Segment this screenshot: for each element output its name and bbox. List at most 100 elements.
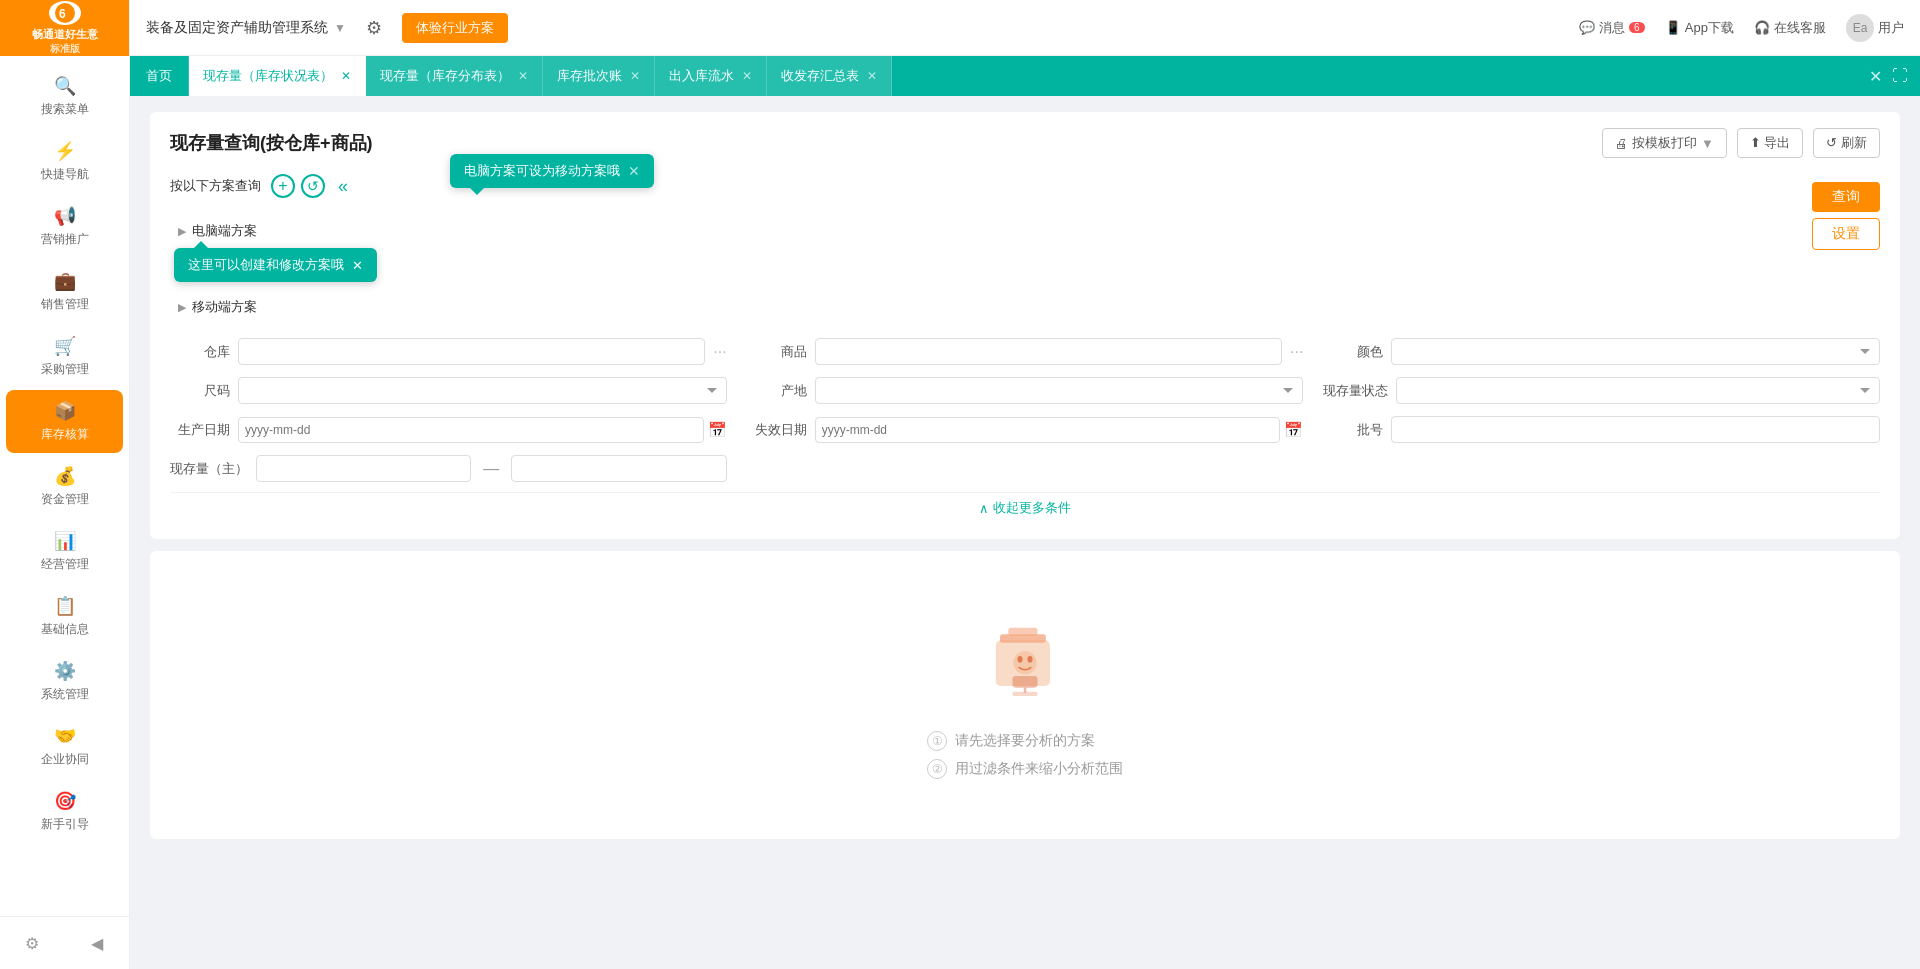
sidebar-item-sales[interactable]: 💼 销售管理 xyxy=(6,260,123,323)
sidebar-item-quicknav[interactable]: ⚡ 快捷导航 xyxy=(6,130,123,193)
svg-point-5 xyxy=(1013,651,1036,674)
sidebar-item-marketing[interactable]: 📢 营销推广 xyxy=(6,195,123,258)
tab-label: 收发存汇总表 xyxy=(781,67,859,85)
tab-summary[interactable]: 收发存汇总表 ✕ xyxy=(767,56,892,96)
tab-label: 现存量（库存状况表） xyxy=(203,67,333,85)
tab-close-summary[interactable]: ✕ xyxy=(867,69,877,83)
sidebar-item-management[interactable]: 📊 经营管理 xyxy=(6,520,123,583)
stock-main-min[interactable] xyxy=(256,455,471,482)
chevron-print-icon: ▼ xyxy=(1701,136,1714,151)
search-nav-icon: 🔍 xyxy=(54,75,76,97)
batch-input[interactable] xyxy=(1391,416,1880,443)
page-title: 现存量查询(按仓库+商品) xyxy=(170,131,373,155)
headset-icon: 🎧 xyxy=(1754,20,1770,35)
svg-text:6: 6 xyxy=(59,7,66,21)
svg-rect-4 xyxy=(1008,628,1037,636)
origin-select[interactable] xyxy=(815,377,1304,404)
tab-close-batch[interactable]: ✕ xyxy=(630,69,640,83)
sidebar-item-enterprise[interactable]: 🤝 企业协同 xyxy=(6,715,123,778)
tooltip2-close[interactable]: ✕ xyxy=(352,258,363,273)
expire-date-calendar-icon[interactable]: 📅 xyxy=(1284,421,1303,439)
sidebar-bottom: ⚙ ◀ xyxy=(0,916,129,969)
warehouse-filter-row: 仓库 ··· xyxy=(170,338,727,365)
tab-label: 库存批次账 xyxy=(557,67,622,85)
system-title-text: 装备及固定资产辅助管理系统 xyxy=(146,19,328,37)
tab-close-all-btn[interactable]: ✕ xyxy=(1869,67,1882,86)
warehouse-input[interactable] xyxy=(238,338,705,365)
warehouse-more-btn[interactable]: ··· xyxy=(713,343,726,361)
stock-main-label: 现存量（主） xyxy=(170,460,248,478)
stock-main-max[interactable] xyxy=(511,455,726,482)
sidebar-item-label: 搜索菜单 xyxy=(41,101,89,118)
sidebar-item-label: 资金管理 xyxy=(41,491,89,508)
tab-inventory-status[interactable]: 现存量（库存状况表） ✕ xyxy=(189,56,366,96)
prod-date-start[interactable] xyxy=(238,417,704,443)
filter-bar: 按以下方案查询 + ↺ « xyxy=(170,174,1880,198)
sales-icon: 💼 xyxy=(54,270,76,292)
empty-state: ① 请先选择要分析的方案 ② 用过滤条件来缩小分析范围 xyxy=(150,551,1900,839)
refresh-button[interactable]: ↺ 刷新 xyxy=(1813,128,1880,158)
app-download-item[interactable]: 📱 App下载 xyxy=(1665,19,1734,37)
product-more-btn[interactable]: ··· xyxy=(1290,343,1303,361)
scheme-arrow-icon-mobile: ▶ xyxy=(178,301,186,314)
expire-date-start[interactable] xyxy=(815,417,1281,443)
tab-home[interactable]: 首页 xyxy=(130,56,189,96)
sidebar-item-purchase[interactable]: 🛒 采购管理 xyxy=(6,325,123,388)
query-action-area: 查询 设置 xyxy=(1812,182,1880,250)
export-button[interactable]: ⬆ 导出 xyxy=(1737,128,1804,158)
sidebar-item-finance[interactable]: 💰 资金管理 xyxy=(6,455,123,518)
chevron-up-icon: ∧ xyxy=(979,501,989,516)
scheme-item-pc[interactable]: ▶ 电脑端方案 xyxy=(170,218,1880,244)
phone-icon: 📱 xyxy=(1665,20,1681,35)
scheme-list: ▶ 电脑端方案 这里可以创建和修改方案哦 ✕ ▶ 移动端方案 xyxy=(170,210,1880,328)
sidebar-item-system[interactable]: ⚙️ 系统管理 xyxy=(6,650,123,713)
settings-bottom-btn[interactable]: ⚙ xyxy=(16,927,48,959)
query-button[interactable]: 查询 xyxy=(1812,182,1880,212)
sidebar-item-search[interactable]: 🔍 搜索菜单 xyxy=(6,65,123,128)
user-label: 用户 xyxy=(1878,19,1904,37)
tab-inventory-distribution[interactable]: 现存量（库存分布表） ✕ xyxy=(366,56,543,96)
page-title-actions: 🖨 按模板打印 ▼ ⬆ 导出 ↺ 刷新 xyxy=(1602,128,1880,158)
color-select[interactable] xyxy=(1391,338,1880,365)
sidebar-item-label: 销售管理 xyxy=(41,296,89,313)
filter-bar-label: 按以下方案查询 xyxy=(170,177,261,195)
filter-prev-button[interactable]: « xyxy=(331,174,355,198)
collapse-row[interactable]: ∧ 收起更多条件 xyxy=(170,492,1880,523)
prod-date-calendar-icon[interactable]: 📅 xyxy=(708,421,727,439)
sidebar: 6 畅通道好生意 标准版 🔍 搜索菜单 ⚡ 快捷导航 📢 营销推广 💼 销售管理… xyxy=(0,0,130,969)
scheme-item-mobile[interactable]: ▶ 移动端方案 xyxy=(170,294,1880,320)
stock-dash: — xyxy=(483,460,499,478)
print-button[interactable]: 🖨 按模板打印 ▼ xyxy=(1602,128,1727,158)
tab-close-inventory-status[interactable]: ✕ xyxy=(341,69,351,83)
filter-actions: + ↺ « xyxy=(271,174,355,198)
product-input[interactable] xyxy=(815,338,1282,365)
tab-fullscreen-btn[interactable]: ⛶ xyxy=(1892,67,1908,85)
sidebar-item-inventory[interactable]: 📦 库存核算 xyxy=(6,390,123,453)
collapse-sidebar-btn[interactable]: ◀ xyxy=(81,927,113,959)
tooltip1-close[interactable]: ✕ xyxy=(628,163,640,179)
sidebar-item-basic[interactable]: 📋 基础信息 xyxy=(6,585,123,648)
experience-industry-button[interactable]: 体验行业方案 xyxy=(402,13,508,43)
app-name: 畅通道好生意 xyxy=(32,28,98,40)
settings-button[interactable]: ⚙ xyxy=(358,12,390,44)
batch-label: 批号 xyxy=(1323,421,1383,439)
tab-close-flow[interactable]: ✕ xyxy=(742,69,752,83)
sidebar-nav: 🔍 搜索菜单 ⚡ 快捷导航 📢 营销推广 💼 销售管理 🛒 采购管理 📦 库存核… xyxy=(0,56,129,916)
online-support-item[interactable]: 🎧 在线客服 xyxy=(1754,19,1826,37)
scheme-arrow-icon: ▶ xyxy=(178,225,186,238)
reset-button[interactable]: 设置 xyxy=(1812,218,1880,250)
user-item[interactable]: Ea 用户 xyxy=(1846,14,1904,42)
tab-inout-flow[interactable]: 出入库流水 ✕ xyxy=(655,56,767,96)
size-select[interactable] xyxy=(238,377,727,404)
tab-close-inventory-dist[interactable]: ✕ xyxy=(518,69,528,83)
newbie-icon: 🎯 xyxy=(54,790,76,812)
notification-item[interactable]: 💬 消息 6 xyxy=(1579,19,1645,37)
stock-status-select[interactable] xyxy=(1396,377,1880,404)
sidebar-item-newbie[interactable]: 🎯 新手引导 xyxy=(6,780,123,843)
tab-batch-account[interactable]: 库存批次账 ✕ xyxy=(543,56,655,96)
system-icon: ⚙️ xyxy=(54,660,76,682)
main-area: 装备及固定资产辅助管理系统 ▼ ⚙ 体验行业方案 💬 消息 6 📱 App下载 … xyxy=(130,0,1920,969)
sidebar-item-label: 经营管理 xyxy=(41,556,89,573)
filter-add-button[interactable]: + xyxy=(271,174,295,198)
filter-reset-button[interactable]: ↺ xyxy=(301,174,325,198)
